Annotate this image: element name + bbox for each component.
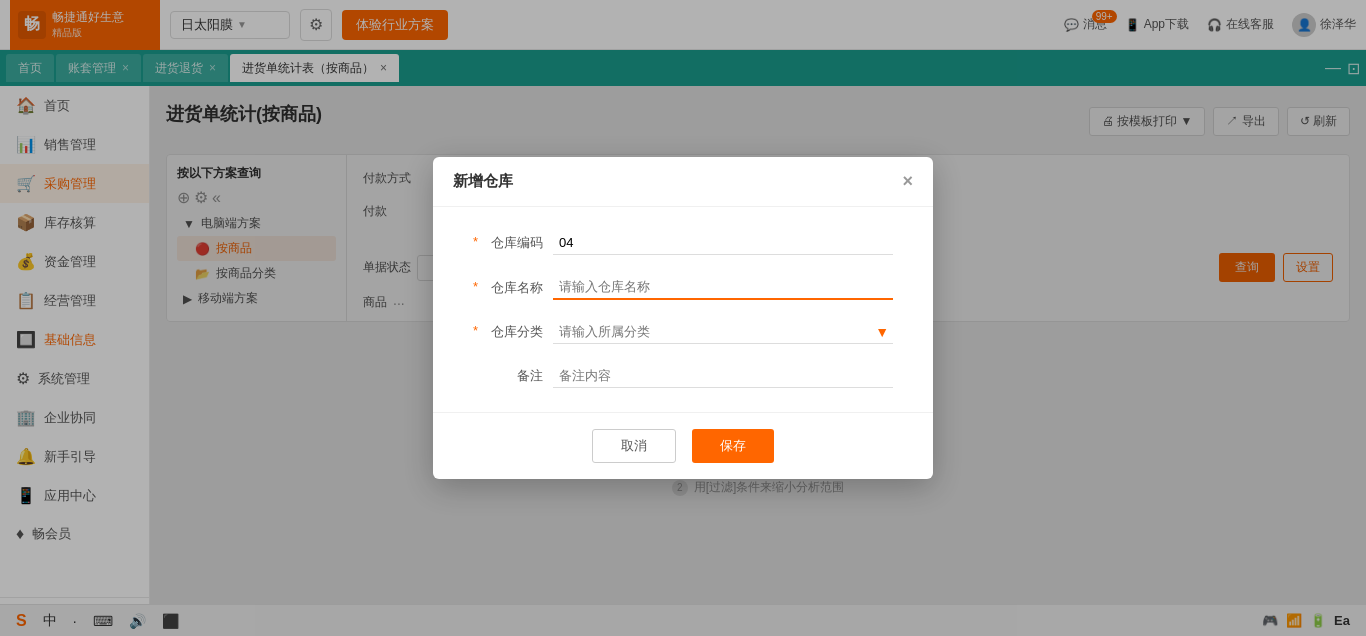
modal-footer: 取消 保存	[433, 412, 933, 479]
warehouse-category-select-row: ▼	[553, 320, 893, 344]
form-row-category: 仓库分类 ▼	[473, 320, 893, 344]
modal-body: 仓库编码 仓库名称 仓库分类 ▼ 备注	[433, 207, 933, 412]
modal-overlay: 新增仓库 × 仓库编码 仓库名称 仓库分类 ▼	[0, 0, 1366, 636]
modal-close-button[interactable]: ×	[902, 171, 913, 192]
modal-header: 新增仓库 ×	[433, 157, 933, 207]
warehouse-category-input[interactable]	[553, 320, 875, 343]
form-row-name: 仓库名称	[473, 275, 893, 300]
warehouse-category-label: 仓库分类	[473, 323, 553, 341]
category-dropdown-icon[interactable]: ▼	[875, 324, 893, 340]
warehouse-note-input[interactable]	[553, 364, 893, 388]
form-row-code: 仓库编码	[473, 231, 893, 255]
warehouse-code-input[interactable]	[553, 231, 893, 255]
warehouse-name-label: 仓库名称	[473, 279, 553, 297]
form-row-note: 备注	[473, 364, 893, 388]
save-button[interactable]: 保存	[692, 429, 774, 463]
modal-title: 新增仓库	[453, 172, 513, 191]
warehouse-note-label: 备注	[473, 367, 553, 385]
new-warehouse-modal: 新增仓库 × 仓库编码 仓库名称 仓库分类 ▼	[433, 157, 933, 479]
cancel-button[interactable]: 取消	[592, 429, 676, 463]
warehouse-code-label: 仓库编码	[473, 234, 553, 252]
warehouse-name-input[interactable]	[553, 275, 893, 300]
